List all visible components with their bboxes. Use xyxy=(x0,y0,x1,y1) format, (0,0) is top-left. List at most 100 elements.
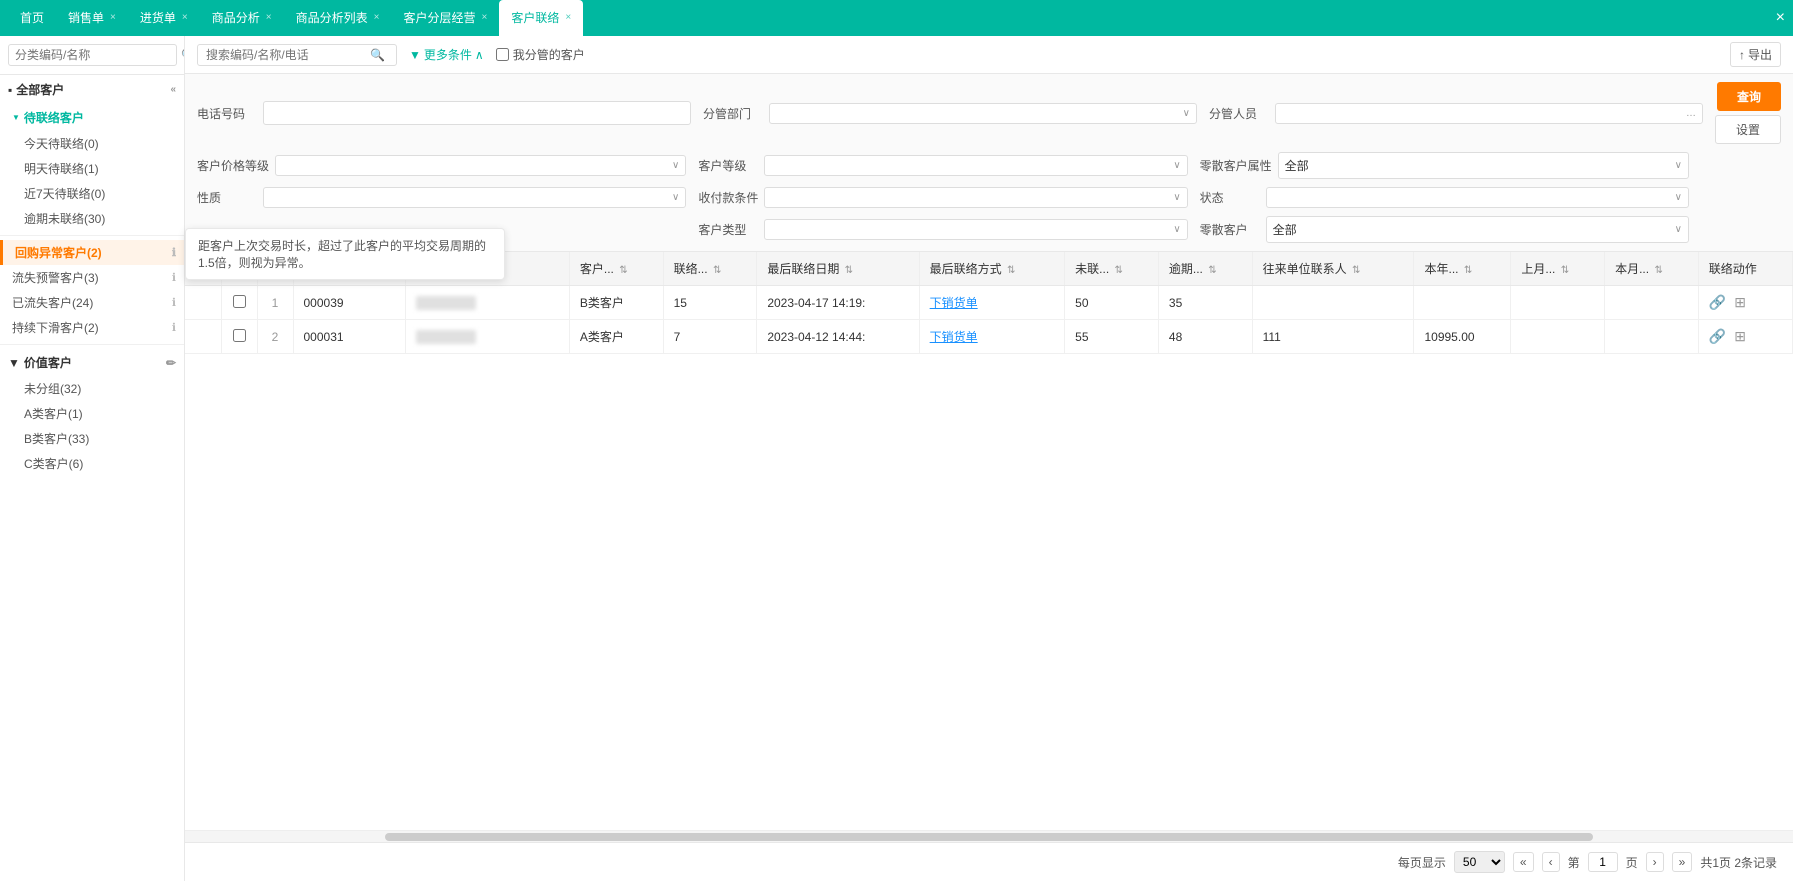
row2-this-year: 10995.00 xyxy=(1414,320,1511,354)
nav-analysis-list-close[interactable]: × xyxy=(374,0,380,36)
abnormal-info-icon[interactable]: ℹ xyxy=(172,246,176,259)
close-all-tabs[interactable]: × xyxy=(1776,9,1785,27)
col-overdue: 逾期... ⇅ xyxy=(1158,252,1252,286)
pagination-bar: 每页显示 50 20 100 « ‹ 第 页 › » 共1页 2条记录 xyxy=(185,842,1793,881)
prev-page-btn[interactable]: ‹ xyxy=(1542,852,1560,872)
col-last-date-sort[interactable]: ⇅ xyxy=(845,265,853,276)
status-label: 状态 xyxy=(1200,189,1260,206)
sidebar-abnormal-repurchase[interactable]: 回购异常客户(2) ℹ xyxy=(0,240,184,265)
sidebar-all-customers[interactable]: ▪ 全部客户 « xyxy=(0,75,184,104)
per-page-label: 每页显示 xyxy=(1398,854,1446,871)
horizontal-scrollbar[interactable] xyxy=(185,830,1793,842)
last-page-btn[interactable]: » xyxy=(1672,852,1693,872)
sidebar-already-lost[interactable]: 已流失客户(24) ℹ xyxy=(0,290,184,315)
sidebar-continuous-down[interactable]: 持续下滑客户(2) ℹ xyxy=(0,315,184,340)
query-button[interactable]: 查询 xyxy=(1717,82,1781,111)
nav-segment-close[interactable]: × xyxy=(481,0,487,36)
col-uncontacted-label: 未联... xyxy=(1075,262,1109,276)
per-page-select[interactable]: 50 20 100 xyxy=(1454,851,1505,873)
nature-select[interactable]: ∨ xyxy=(263,187,686,208)
next-page-btn[interactable]: › xyxy=(1646,852,1664,872)
nav-contact-close[interactable]: × xyxy=(565,0,571,36)
col-last-way-sort[interactable]: ⇅ xyxy=(1007,265,1015,276)
row1-action-link-icon[interactable]: 🔗 xyxy=(1709,294,1726,311)
row2-action-more-icon[interactable]: ⊞ xyxy=(1734,328,1746,345)
more-conditions-btn[interactable]: ▼ 更多条件 ∧ xyxy=(409,46,484,63)
more-conditions-arrow: ∧ xyxy=(475,48,484,62)
waiting-triangle-icon: ▼ xyxy=(12,113,20,122)
search-input[interactable] xyxy=(206,48,366,62)
nav-segment[interactable]: 客户分层经营 × xyxy=(391,0,499,36)
sidebar-today-contact[interactable]: 今天待联络(0) xyxy=(0,131,184,156)
row2-last-way-link[interactable]: 下销货单 xyxy=(930,330,978,344)
sidebar-valued-customer[interactable]: ▼ 价值客户 ✏ xyxy=(0,349,184,376)
customer-type-arrow: ∨ xyxy=(1173,224,1180,235)
waiting-contact-label: 待联络客户 xyxy=(24,109,84,126)
nav-sales[interactable]: 销售单 × xyxy=(56,0,128,36)
col-type-sort[interactable]: ⇅ xyxy=(619,265,627,276)
col-last-month-sort[interactable]: ⇅ xyxy=(1561,265,1569,276)
row2-name xyxy=(406,320,570,354)
row2-this-month xyxy=(1605,320,1699,354)
payment-select[interactable]: ∨ xyxy=(764,187,1187,208)
my-customers-checkbox[interactable] xyxy=(496,48,509,61)
set-button[interactable]: 设置 xyxy=(1715,115,1781,144)
col-this-year-sort[interactable]: ⇅ xyxy=(1464,265,1472,276)
sidebar-c-class[interactable]: C类客户(6) xyxy=(0,451,184,476)
row2-checkbox[interactable] xyxy=(233,329,246,342)
first-page-btn[interactable]: « xyxy=(1513,852,1534,872)
row1-action-more-icon[interactable]: ⊞ xyxy=(1734,294,1746,311)
customer-type-select[interactable]: ∨ xyxy=(764,219,1187,240)
sidebar-collapse-btn[interactable]: « xyxy=(170,84,176,95)
col-this-month-sort[interactable]: ⇅ xyxy=(1654,265,1662,276)
sidebar-tomorrow-contact[interactable]: 明天待联络(1) xyxy=(0,156,184,181)
nav-sales-close[interactable]: × xyxy=(110,0,116,36)
table-row: 2 000031 A类客户 7 2023-04-12 14:44: 下销货单 5… xyxy=(185,320,1793,354)
scrollbar-thumb[interactable] xyxy=(385,833,1593,841)
nav-contact[interactable]: 客户联络 × xyxy=(499,0,583,36)
retail-attr-select[interactable]: 全部 ∨ xyxy=(1278,152,1689,179)
col-contact-sort[interactable]: ⇅ xyxy=(713,265,721,276)
row1-checkbox[interactable] xyxy=(233,295,246,308)
my-customers-wrap[interactable]: 我分管的客户 xyxy=(496,46,585,63)
row1-type: B类客户 xyxy=(569,286,663,320)
sidebar-b-class[interactable]: B类客户(33) xyxy=(0,426,184,451)
table-area[interactable]: ⚙ 客户编码 ⇅ 客户名称 ⇅ xyxy=(185,252,1793,830)
nav-analysis-list[interactable]: 商品分析列表 × xyxy=(284,0,392,36)
sidebar-ungroup[interactable]: 未分组(32) xyxy=(0,376,184,401)
sidebar-a-class[interactable]: A类客户(1) xyxy=(0,401,184,426)
sidebar-lost-risk[interactable]: 流失预警客户(3) ℹ xyxy=(0,265,184,290)
col-type-label: 客户... xyxy=(580,262,614,276)
nav-analysis[interactable]: 商品分析 × xyxy=(200,0,284,36)
nav-purchase[interactable]: 进货单 × xyxy=(128,0,200,36)
col-uncontacted-sort[interactable]: ⇅ xyxy=(1115,265,1123,276)
phone-input[interactable] xyxy=(263,101,691,125)
export-btn[interactable]: ↑ 导出 xyxy=(1730,42,1781,67)
status-arrow: ∨ xyxy=(1675,192,1682,203)
lost-risk-info-icon[interactable]: ℹ xyxy=(172,271,176,284)
sidebar-waiting-contact[interactable]: ▼ 待联络客户 xyxy=(0,104,184,131)
retail-customer-select[interactable]: 全部 ∨ xyxy=(1266,216,1689,243)
price-grade-select[interactable]: ∨ xyxy=(275,155,686,176)
nav-purchase-close[interactable]: × xyxy=(182,0,188,36)
col-overdue-sort[interactable]: ⇅ xyxy=(1208,265,1216,276)
already-lost-info-icon[interactable]: ℹ xyxy=(172,296,176,309)
continuous-down-info-icon[interactable]: ℹ xyxy=(172,321,176,334)
col-this-year: 本年... ⇅ xyxy=(1414,252,1511,286)
valued-edit-icon[interactable]: ✏ xyxy=(166,356,176,370)
page-number-input[interactable] xyxy=(1588,852,1618,872)
dept-select[interactable]: ∨ xyxy=(769,103,1197,124)
row2-action-link-icon[interactable]: 🔗 xyxy=(1709,328,1726,345)
row2-settings xyxy=(185,320,221,354)
sidebar-week-contact[interactable]: 近7天待联络(0) xyxy=(0,181,184,206)
sidebar-overdue-contact[interactable]: 逾期未联络(30) xyxy=(0,206,184,231)
search-icon[interactable]: 🔍 xyxy=(370,48,385,62)
nav-home[interactable]: 首页 xyxy=(8,0,56,36)
sidebar-search-input[interactable] xyxy=(8,44,177,66)
nav-analysis-close[interactable]: × xyxy=(266,0,272,36)
manager-select[interactable]: … xyxy=(1275,103,1703,124)
col-contact-person-sort[interactable]: ⇅ xyxy=(1352,265,1360,276)
customer-grade-select[interactable]: ∨ xyxy=(764,155,1187,176)
status-select[interactable]: ∨ xyxy=(1266,187,1689,208)
row1-last-way-link[interactable]: 下销货单 xyxy=(930,296,978,310)
